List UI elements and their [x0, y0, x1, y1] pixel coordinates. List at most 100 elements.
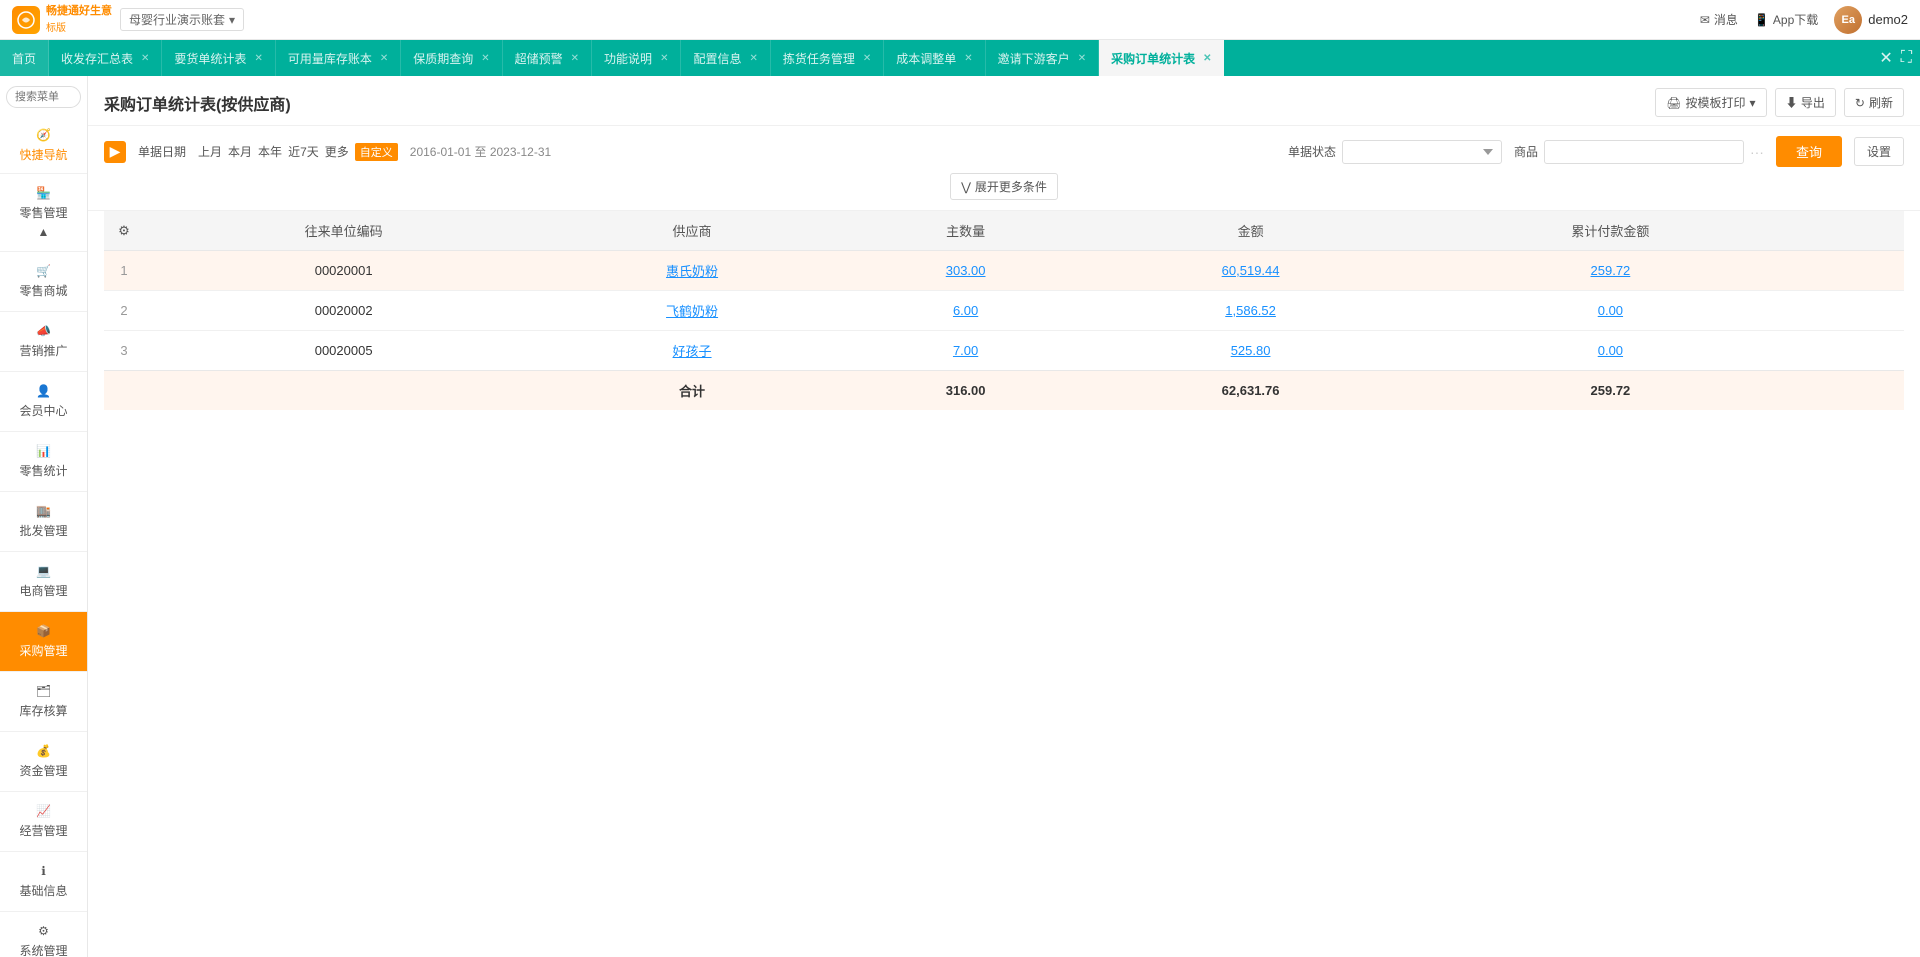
paid-link[interactable]: 0.00 [1598, 343, 1623, 358]
sidebar-item-operations-mgmt[interactable]: 📈 经营管理 [0, 792, 87, 852]
col-supplier: 供应商 [543, 211, 841, 251]
app-download-btn[interactable]: 📱 App下载 [1754, 11, 1818, 28]
tab-warranty-close[interactable]: ✕ [481, 53, 489, 64]
tab-cost-adjust-close[interactable]: ✕ [964, 53, 972, 64]
tab-goods-summary-close[interactable]: ✕ [254, 53, 262, 64]
col-settings[interactable]: ⚙ [104, 211, 144, 251]
message-btn[interactable]: ✉ 消息 [1700, 11, 1738, 28]
phone-icon: 📱 [1754, 13, 1769, 27]
sidebar-item-retail-store[interactable]: 🛒 零售商城 [0, 252, 87, 312]
tab-warranty[interactable]: 保质期查询 ✕ [401, 40, 502, 76]
refresh-label: 刷新 [1869, 94, 1893, 111]
paid-link[interactable]: 259.72 [1591, 263, 1631, 278]
sidebar: 🧭 快捷导航 🏪 零售管理 ▲ 🛒 零售商城 📣 营销推广 👤 会员中心 📊 零… [0, 76, 88, 957]
filter-toggle-btn[interactable]: ▶ [104, 141, 126, 163]
tab-purchase-summary[interactable]: 采购订单统计表 ✕ [1099, 40, 1224, 76]
page-actions: 🖨 按模板打印 ▾ ⬇ 导出 ↻ 刷新 [1655, 88, 1904, 117]
tab-invite-downstream[interactable]: 邀请下游客户 ✕ [986, 40, 1099, 76]
template-print-label: 按模板打印 [1686, 94, 1746, 111]
sidebar-item-retail-stat[interactable]: 📊 零售统计 [0, 432, 87, 492]
export-icon: ⬇ [1786, 96, 1798, 110]
export-btn[interactable]: ⬇ 导出 [1775, 88, 1836, 117]
tab-func-desc-close[interactable]: ✕ [660, 53, 668, 64]
nav-tabs: 首页 收发存汇总表 ✕ 要货单统计表 ✕ 可用量库存账本 ✕ 保质期查询 ✕ 超… [0, 40, 1920, 76]
ecommerce-mgmt-label: 电商管理 [19, 582, 67, 599]
table-footer-row: 合计 316.00 62,631.76 259.72 [104, 371, 1904, 411]
sidebar-item-finance-mgmt[interactable]: 💰 资金管理 [0, 732, 87, 792]
tab-over-stock-close[interactable]: ✕ [571, 53, 579, 64]
tab-config-info-close[interactable]: ✕ [749, 53, 757, 64]
status-select[interactable] [1342, 140, 1502, 164]
amount-link[interactable]: 525.80 [1231, 343, 1271, 358]
template-print-btn[interactable]: 🖨 按模板打印 ▾ [1655, 88, 1766, 117]
footer-label: 合计 [543, 371, 841, 411]
tab-warranty-label: 保质期查询 [413, 50, 473, 67]
amount-link[interactable]: 60,519.44 [1222, 263, 1280, 278]
sidebar-item-quick-nav[interactable]: 🧭 快捷导航 [0, 118, 87, 174]
tab-available-stock-close[interactable]: ✕ [380, 53, 388, 64]
workspace-selector[interactable]: 母婴行业演示账套 ▾ [120, 8, 244, 31]
cell-amount: 60,519.44 [1090, 251, 1410, 291]
sidebar-item-inventory-check[interactable]: 🗂 库存核算 [0, 672, 87, 732]
message-label: 消息 [1714, 11, 1738, 28]
purchase-mgmt-label: 采购管理 [19, 642, 67, 659]
tab-config-info[interactable]: 配置信息 ✕ [681, 40, 770, 76]
sidebar-item-purchase-mgmt[interactable]: 📦 采购管理 [0, 612, 87, 672]
logo-text: 畅捷通好生意 [46, 5, 112, 18]
sidebar-item-retail-mgmt[interactable]: 🏪 零售管理 ▲ [0, 174, 87, 252]
user-area[interactable]: Ea demo2 [1834, 6, 1908, 34]
table-row: 3 00020005 好孩子 7.00 525.80 [104, 331, 1904, 371]
supplier-link[interactable]: 飞鹤奶粉 [666, 304, 718, 319]
tab-receive-pay[interactable]: 收发存汇总表 ✕ [49, 40, 162, 76]
operations-icon: 📈 [36, 804, 51, 818]
cell-actions [1810, 331, 1904, 371]
shortcut-7days[interactable]: 近7天 [288, 143, 319, 160]
shortcut-more[interactable]: 更多 [325, 143, 349, 160]
cell-row-num: 2 [104, 291, 144, 331]
tab-over-stock[interactable]: 超储预警 ✕ [503, 40, 592, 76]
supplier-link[interactable]: 好孩子 [673, 344, 712, 359]
marketing-label: 营销推广 [19, 342, 67, 359]
custom-badge[interactable]: 自定义 [355, 143, 398, 161]
settings-btn[interactable]: 设置 [1854, 137, 1904, 166]
sidebar-item-system-mgmt[interactable]: ⚙ 系统管理 [0, 912, 87, 957]
tab-close-all-icon[interactable]: ✕ [1879, 48, 1892, 68]
search-input[interactable] [6, 86, 81, 108]
quantity-link[interactable]: 7.00 [953, 343, 978, 358]
shortcut-last-month[interactable]: 上月 [198, 143, 222, 160]
avatar: Ea [1834, 6, 1862, 34]
quantity-link[interactable]: 303.00 [946, 263, 986, 278]
compass-icon: 🧭 [36, 128, 51, 142]
query-btn[interactable]: 查询 [1776, 136, 1842, 167]
sidebar-item-ecommerce-mgmt[interactable]: 💻 电商管理 [0, 552, 87, 612]
sidebar-item-wholesale-mgmt[interactable]: 🏬 批发管理 [0, 492, 87, 552]
top-bar-right: ✉ 消息 📱 App下载 Ea demo2 [1700, 6, 1908, 34]
tab-expand-icon[interactable]: ⛶ [1901, 49, 1912, 67]
expand-conditions-btn[interactable]: ⋁ 展开更多条件 [950, 173, 1058, 200]
tab-receive-pay-close[interactable]: ✕ [141, 53, 149, 64]
amount-link[interactable]: 1,586.52 [1225, 303, 1276, 318]
tab-cost-adjust[interactable]: 成本调整单 ✕ [884, 40, 985, 76]
footer-amount: 62,631.76 [1090, 371, 1410, 411]
member-center-label: 会员中心 [19, 402, 67, 419]
tab-home[interactable]: 首页 [0, 40, 49, 76]
tab-picking-task[interactable]: 拣货任务管理 ✕ [771, 40, 884, 76]
tab-invite-downstream-close[interactable]: ✕ [1078, 53, 1086, 64]
sidebar-item-basic-info[interactable]: ℹ 基础信息 [0, 852, 87, 912]
sidebar-item-marketing[interactable]: 📣 营销推广 [0, 312, 87, 372]
goods-more-icon[interactable]: ··· [1750, 144, 1764, 160]
sidebar-item-member-center[interactable]: 👤 会员中心 [0, 372, 87, 432]
tab-goods-summary[interactable]: 要货单统计表 ✕ [162, 40, 275, 76]
tab-available-stock[interactable]: 可用量库存账本 ✕ [276, 40, 401, 76]
quantity-link[interactable]: 6.00 [953, 303, 978, 318]
goods-input[interactable] [1544, 140, 1744, 164]
shortcut-this-year[interactable]: 本年 [258, 143, 282, 160]
tab-picking-task-close[interactable]: ✕ [863, 53, 871, 64]
supplier-link[interactable]: 惠氏奶粉 [666, 264, 718, 279]
tab-over-stock-label: 超储预警 [515, 50, 563, 67]
refresh-btn[interactable]: ↻ 刷新 [1844, 88, 1904, 117]
shortcut-this-month[interactable]: 本月 [228, 143, 252, 160]
paid-link[interactable]: 0.00 [1598, 303, 1623, 318]
tab-func-desc[interactable]: 功能说明 ✕ [592, 40, 681, 76]
tab-purchase-summary-close[interactable]: ✕ [1203, 53, 1211, 64]
